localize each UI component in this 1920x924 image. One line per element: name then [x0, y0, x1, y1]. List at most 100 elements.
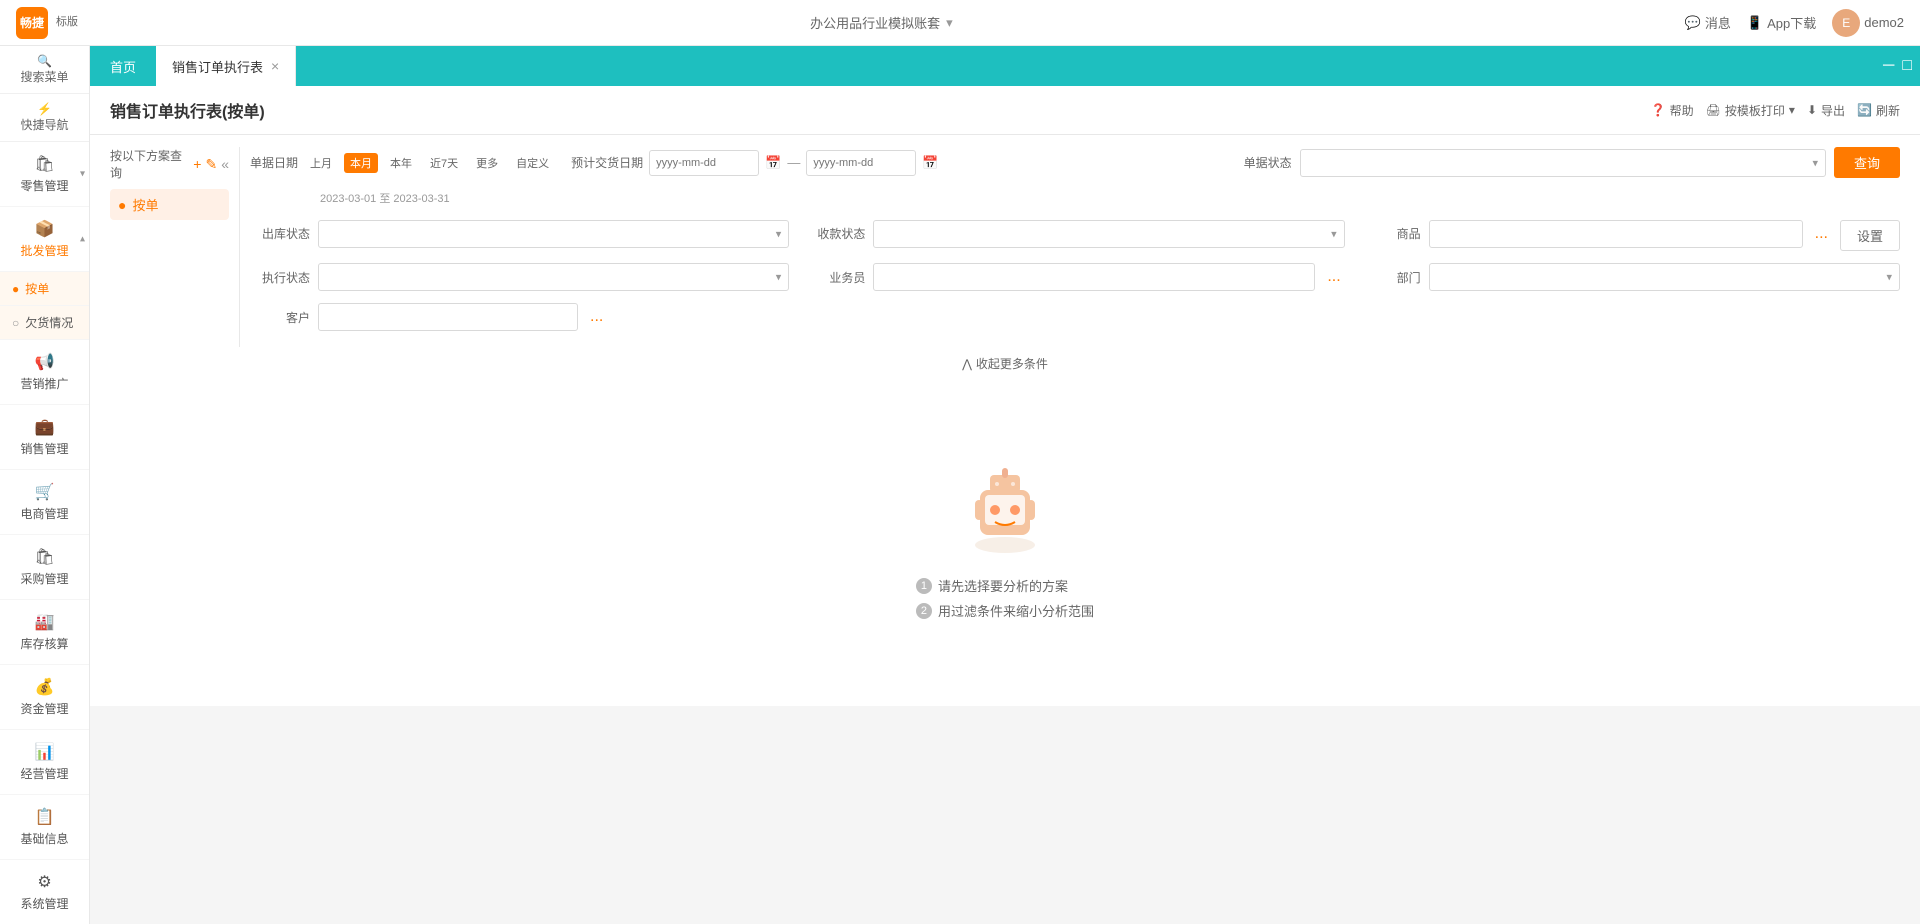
settings-button[interactable]: 设置: [1840, 220, 1900, 251]
tab-maximize-icon[interactable]: □: [1902, 57, 1912, 75]
dept-label: 部门: [1361, 269, 1421, 286]
scheme-add-button[interactable]: +: [193, 156, 201, 172]
scheme-item-press[interactable]: ● 按单: [110, 189, 229, 220]
goods-field: 商品 ... 设置: [1361, 216, 1900, 251]
exec-status-select[interactable]: [318, 263, 789, 291]
sidebar-item-ecommerce[interactable]: 🛒 电商管理: [0, 470, 89, 535]
logo-subtext: 标版: [56, 15, 78, 29]
date-btn-this-year[interactable]: 本年: [384, 153, 418, 173]
sidebar-item-label: 电商管理: [20, 505, 68, 522]
sidebar-item-label: 经营管理: [20, 765, 68, 782]
sidebar-item-inventory[interactable]: 🏭 库存核算: [0, 600, 89, 665]
message-button[interactable]: 💬 消息: [1685, 13, 1731, 32]
expected-date-start-input[interactable]: [649, 150, 759, 176]
payment-status-select[interactable]: [873, 220, 1344, 248]
press-icon: ●: [12, 282, 19, 296]
dept-select[interactable]: [1429, 263, 1900, 291]
sidebar-quick-nav[interactable]: ⚡ 快捷导航: [0, 94, 89, 142]
tab-home[interactable]: 首页: [90, 46, 156, 86]
tab-close-icon[interactable]: ×: [271, 58, 279, 74]
ship-status-select[interactable]: [318, 220, 789, 248]
sidebar-item-label: 库存核算: [20, 635, 68, 652]
sidebar-item-operation[interactable]: 📊 经营管理: [0, 730, 89, 795]
scheme-collapse-button[interactable]: «: [221, 156, 229, 172]
expected-date-end-input[interactable]: [806, 150, 916, 176]
top-bar-left: 畅捷 标版: [16, 7, 78, 39]
logo-icon: 畅捷: [16, 7, 48, 39]
customer-more-button[interactable]: ...: [586, 308, 607, 326]
collapse-button[interactable]: ⋀ 收起更多条件: [962, 355, 1048, 372]
help-button[interactable]: ❓ 帮助: [1651, 102, 1694, 119]
ship-status-label: 出库状态: [250, 225, 310, 242]
scheme-item-icon: ●: [118, 197, 126, 213]
sidebar-item-sales[interactable]: 💼 销售管理: [0, 405, 89, 470]
filter-fields: 单据日期 上月 本月 本年 近7天 更多 自定义 预计交货日期: [250, 147, 1900, 343]
user-profile[interactable]: E demo2: [1832, 9, 1904, 37]
quick-nav-icon: ⚡: [6, 102, 83, 116]
refresh-button[interactable]: 🔄 刷新: [1857, 102, 1900, 119]
top-nav-expand-icon[interactable]: ▾: [946, 15, 953, 31]
scheme-item-label: 按单: [132, 195, 158, 214]
goods-more-button[interactable]: ...: [1811, 225, 1832, 243]
tab-active[interactable]: 销售订单执行表 ×: [156, 46, 296, 86]
filter-row-3: 执行状态 业务员 ...: [250, 263, 1900, 291]
empty-state-illustration: [955, 460, 1055, 560]
query-button[interactable]: 查询: [1834, 147, 1900, 178]
tip-text-2: 用过滤条件来缩小分析范围: [938, 601, 1094, 620]
sidebar-item-label: 系统管理: [20, 895, 68, 912]
app-download-label: App下载: [1767, 13, 1816, 32]
doc-status-select-wrap: [1300, 149, 1826, 177]
date-btn-last-month[interactable]: 上月: [304, 153, 338, 173]
salesman-more-button[interactable]: ...: [1323, 268, 1344, 286]
date-btn-more[interactable]: 更多: [470, 153, 504, 173]
marketing-icon: 📢: [35, 352, 55, 372]
date-btn-7days[interactable]: 近7天: [424, 153, 464, 173]
empty-state: 1 请先选择要分析的方案 2 用过滤条件来缩小分析范围: [90, 380, 1920, 706]
calendar-end-icon[interactable]: 📅: [922, 155, 938, 171]
tip-num-1: 1: [916, 578, 932, 594]
salesman-field: 业务员 ...: [805, 263, 1344, 291]
export-button[interactable]: ⬇ 导出: [1807, 102, 1845, 119]
exec-status-field: 执行状态: [250, 263, 789, 291]
sales-icon: 💼: [35, 417, 55, 437]
doc-status-label: 单据状态: [1244, 154, 1292, 171]
sidebar-item-label: 零售管理: [20, 177, 68, 194]
sidebar-sub-item-press[interactable]: ● 按单: [0, 272, 89, 306]
operation-icon: 📊: [35, 742, 55, 762]
sidebar-item-basic[interactable]: 📋 基础信息: [0, 795, 89, 860]
scheme-edit-button[interactable]: ✎: [205, 156, 217, 173]
sidebar-item-retail[interactable]: 🛍 零售管理 ▾: [0, 142, 89, 207]
dept-select-wrap: [1429, 263, 1900, 291]
customer-input[interactable]: [318, 303, 578, 331]
ecommerce-icon: 🛒: [35, 482, 55, 502]
doc-status-select[interactable]: [1300, 149, 1826, 177]
date-btn-custom[interactable]: 自定义: [510, 153, 555, 173]
goods-input[interactable]: [1429, 220, 1803, 248]
doc-status-field: 单据状态 查询: [1244, 147, 1900, 178]
sidebar-search[interactable]: 🔍 搜索菜单: [0, 46, 89, 94]
print-expand-icon: ▾: [1789, 103, 1795, 117]
user-name: demo2: [1864, 15, 1904, 30]
top-nav: 办公用品行业模拟账套 ▾: [810, 13, 953, 32]
page-content: 销售订单执行表(按单) ❓ 帮助 🖨 按模板打印 ▾ ⬇ 导出: [90, 86, 1920, 924]
calendar-start-icon[interactable]: 📅: [765, 155, 781, 171]
app-download-button[interactable]: 📱 App下载: [1747, 13, 1816, 32]
date-range-text: 2023-03-01 至 2023-03-31: [320, 190, 1900, 206]
sidebar-item-purchase[interactable]: 🛍 采购管理: [0, 535, 89, 600]
salesman-input[interactable]: [873, 263, 1315, 291]
expected-date-label: 预计交货日期: [571, 154, 643, 171]
print-button[interactable]: 🖨 按模板打印 ▾: [1706, 102, 1795, 119]
payment-status-label: 收款状态: [805, 225, 865, 242]
sidebar-item-wholesale[interactable]: 📦 批发管理 ▴: [0, 207, 89, 272]
date-btn-this-month[interactable]: 本月: [344, 153, 378, 173]
tab-minimize-icon[interactable]: ─: [1883, 57, 1894, 75]
sidebar-item-system[interactable]: ⚙ 系统管理: [0, 860, 89, 924]
sidebar-item-label: 销售管理: [20, 440, 68, 457]
system-icon: ⚙: [37, 872, 51, 892]
refresh-label: 刷新: [1876, 102, 1900, 119]
purchase-icon: 🛍: [34, 547, 54, 567]
sidebar-sub-item-debt[interactable]: ○ 欠货情况: [0, 306, 89, 340]
print-icon: 🖨: [1706, 103, 1721, 117]
sidebar-item-marketing[interactable]: 📢 营销推广: [0, 340, 89, 405]
sidebar-item-finance[interactable]: 💰 资金管理: [0, 665, 89, 730]
